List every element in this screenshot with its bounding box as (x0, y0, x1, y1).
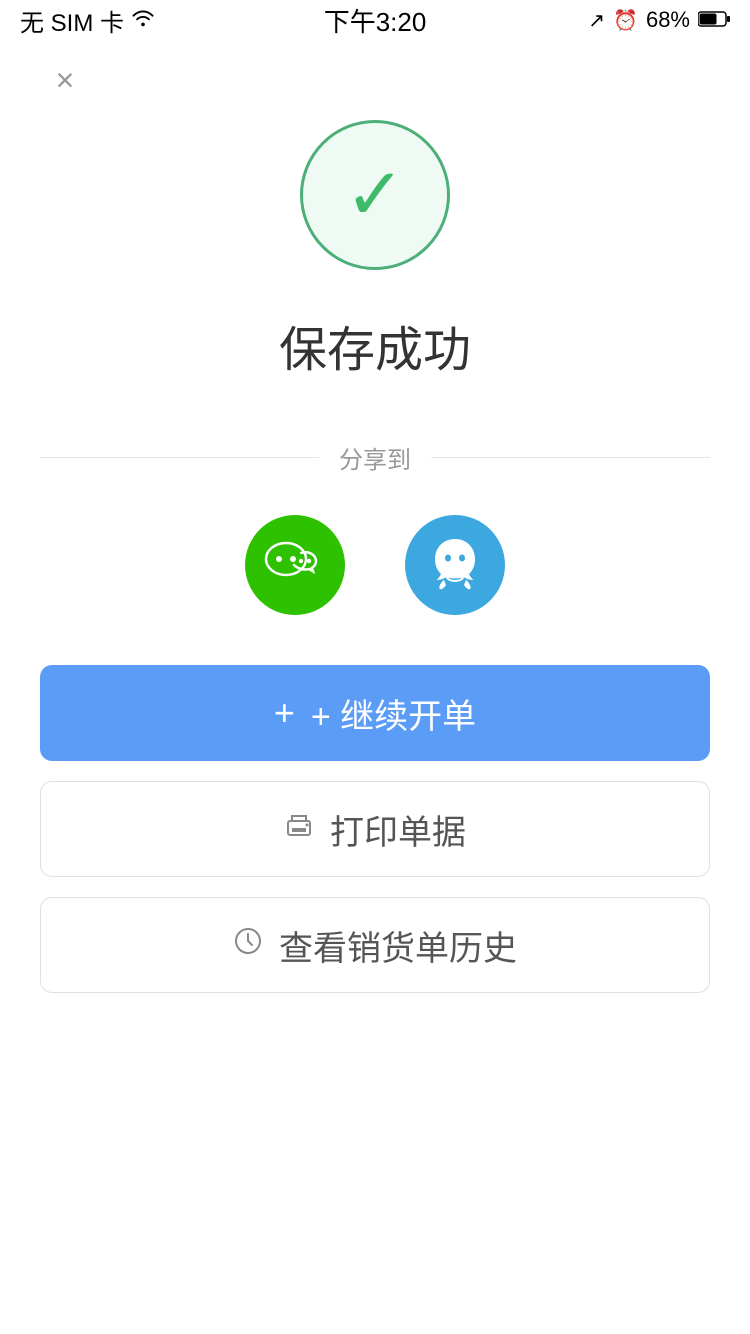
wechat-icon (264, 539, 326, 591)
battery-percent: 68% (646, 7, 690, 33)
history-button[interactable]: 查看销货单历史 (40, 897, 710, 993)
close-icon: × (56, 64, 75, 96)
continue-button[interactable]: + + 继续开单 (40, 665, 710, 761)
qq-share-button[interactable] (405, 515, 505, 615)
history-label: 查看销货单历史 (279, 921, 517, 970)
continue-label: + 继续开单 (311, 689, 476, 738)
location-icon: ↗ (588, 8, 605, 33)
action-buttons: + + 继续开单 打印单据 查看销货单历 (0, 665, 750, 993)
qq-icon (427, 535, 483, 595)
checkmark-icon: ✓ (345, 159, 405, 231)
share-divider: 分享到 (40, 440, 710, 475)
plus-icon: + (274, 692, 295, 734)
divider-left (40, 457, 319, 458)
wechat-share-button[interactable] (245, 515, 345, 615)
history-icon (233, 926, 263, 964)
share-label: 分享到 (339, 440, 411, 475)
divider-right (431, 457, 710, 458)
status-bar: 无 SIM 卡 下午3:20 ↗ ⏰ 68% (0, 0, 750, 40)
main-content: ✓ 保存成功 分享到 (0, 40, 750, 993)
share-section: 分享到 (0, 440, 750, 615)
alarm-icon: ⏰ (613, 8, 638, 33)
status-time: 下午3:20 (324, 2, 427, 39)
print-icon (284, 811, 314, 847)
battery-icon (698, 7, 730, 33)
wifi-icon (132, 6, 154, 34)
success-title: 保存成功 (279, 310, 471, 380)
close-button[interactable]: × (40, 55, 90, 105)
share-icons-row (40, 515, 710, 615)
status-indicators: ↗ ⏰ 68% (588, 7, 730, 33)
status-carrier: 无 SIM 卡 (20, 3, 154, 38)
print-label: 打印单据 (330, 805, 466, 854)
print-button[interactable]: 打印单据 (40, 781, 710, 877)
success-indicator: ✓ (300, 120, 450, 270)
